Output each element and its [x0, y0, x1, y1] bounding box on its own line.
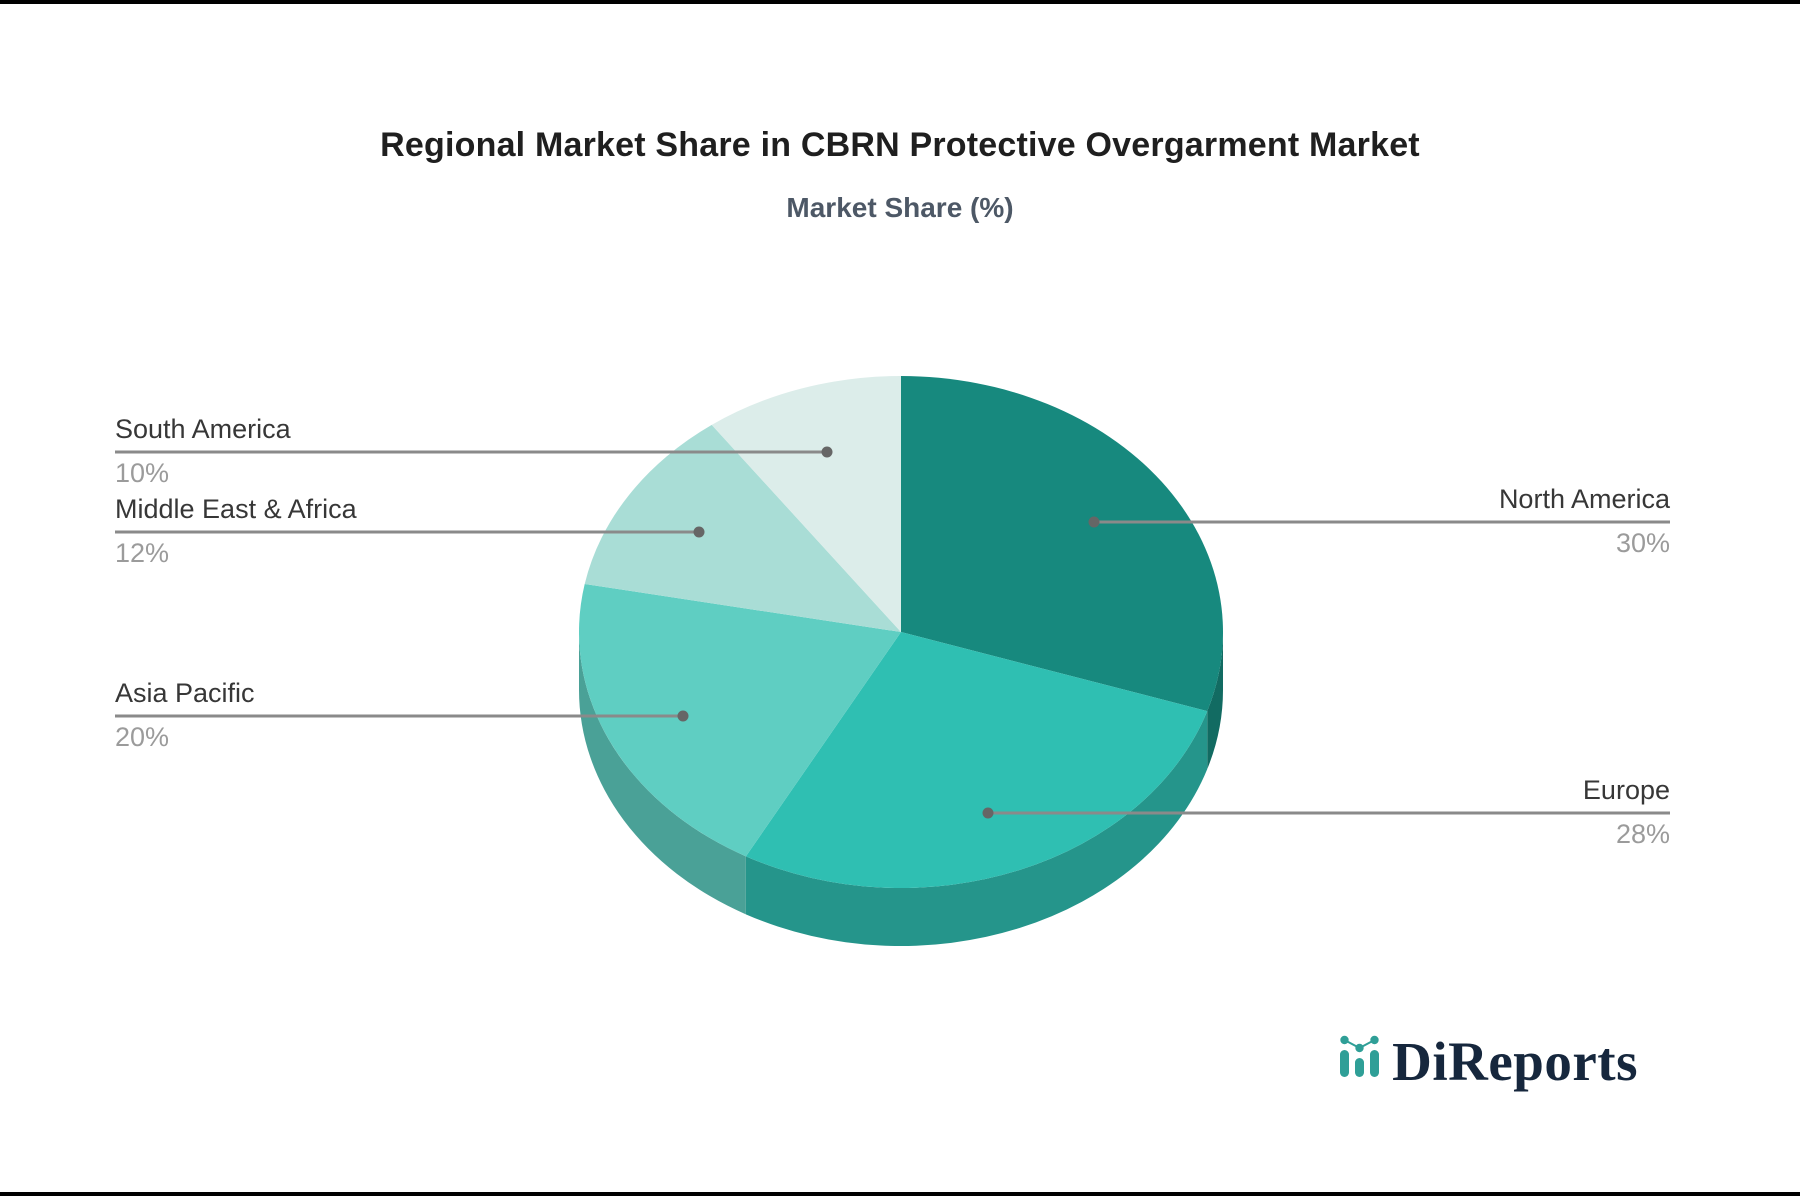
slice-label-middle-east-africa: Middle East & Africa — [115, 494, 357, 524]
slice-label-asia-pacific: Asia Pacific — [115, 678, 255, 708]
logo-text: DiReports — [1392, 1031, 1638, 1092]
slice-value-south-america: 10% — [115, 458, 170, 488]
slice-value-asia-pacific: 20% — [115, 722, 170, 752]
callout-dot-europe — [982, 807, 994, 819]
callout-dot-asia-pacific — [677, 710, 689, 722]
direports-logo: DiReports — [1338, 1032, 1638, 1089]
slice-label-south-america: South America — [115, 414, 291, 444]
callout-dot-south-america — [821, 446, 833, 458]
chart-canvas: Regional Market Share in CBRN Protective… — [0, 0, 1800, 1196]
slice-value-europe: 28% — [1615, 819, 1670, 849]
bar-chart-trend-icon — [1340, 1035, 1380, 1077]
callout-dot-north-america — [1088, 516, 1100, 528]
slice-label-north-america: North America — [1498, 484, 1670, 514]
slice-label-europe: Europe — [1582, 775, 1670, 805]
callout-dot-middle-east-africa — [693, 526, 705, 538]
pie-chart — [115, 376, 1670, 947]
slice-value-north-america: 30% — [1615, 528, 1670, 558]
slice-value-middle-east-africa: 12% — [115, 538, 170, 568]
